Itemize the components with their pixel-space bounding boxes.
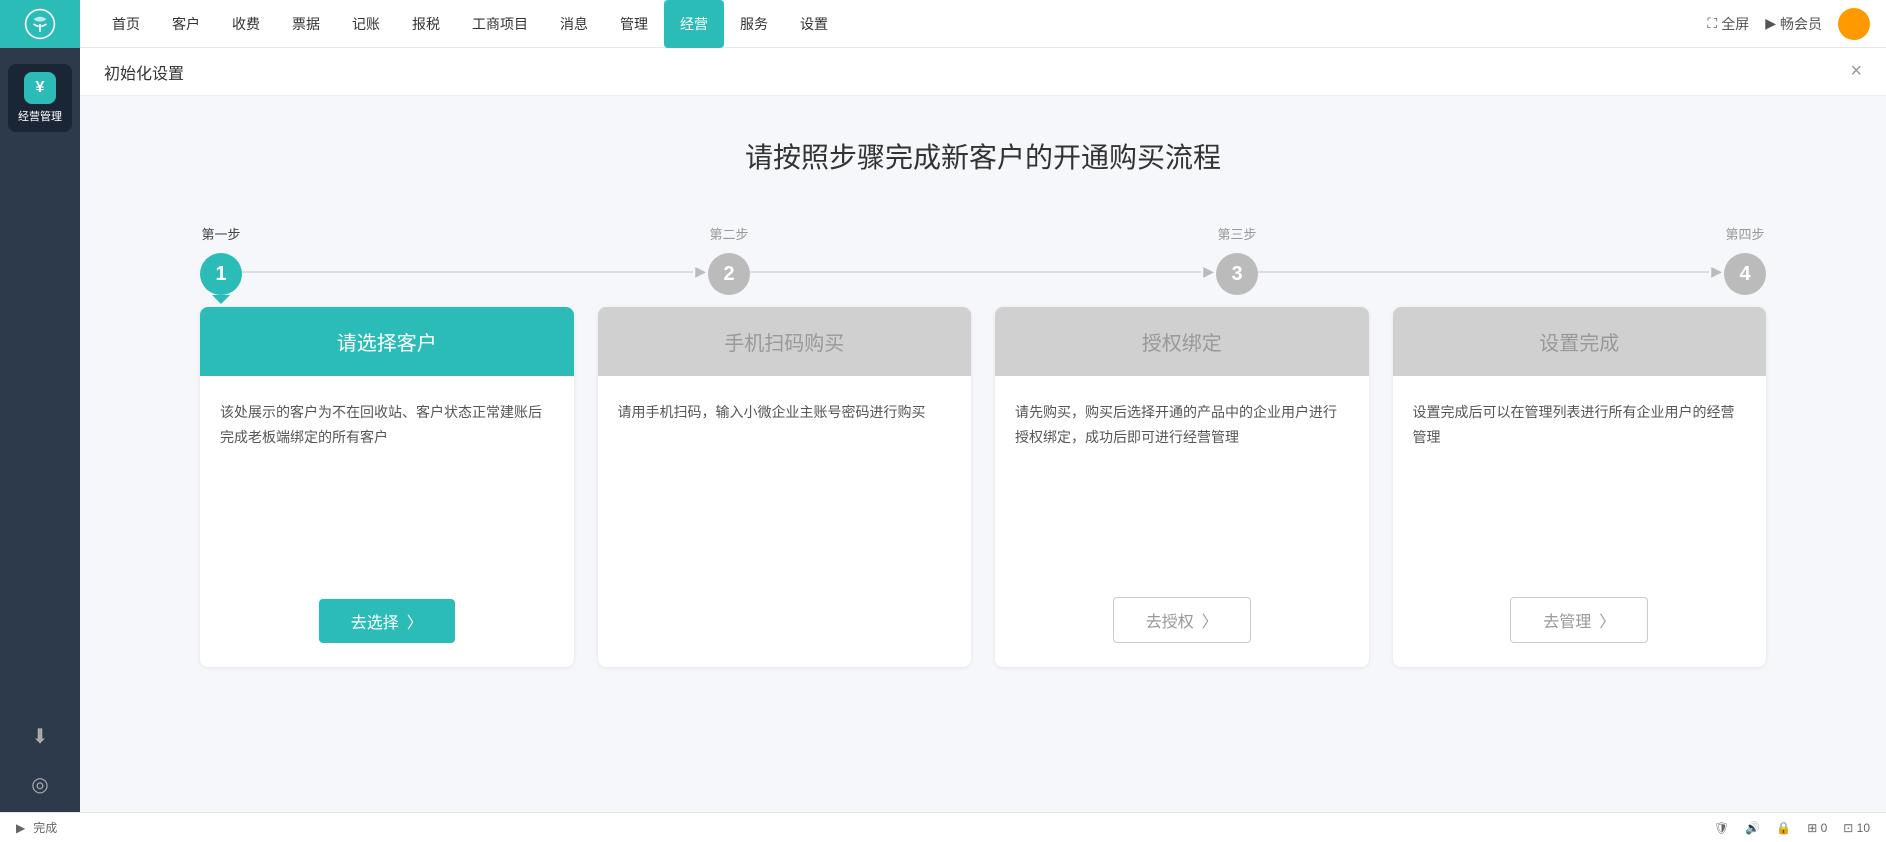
step-3-label: 第三步 [1217,224,1256,243]
step-1-circle: 1 [200,253,242,295]
step-2-circle: 2 [708,253,750,295]
nav-item-0[interactable]: 首页 [96,0,156,48]
card-1-body: 该处展示的客户为不在回收站、客户状态正常建账后完成老板端绑定的所有客户 [200,376,574,583]
card-2-header: 手机扫码购买 [598,307,972,376]
page-header: 初始化设置 × [80,48,1886,96]
arrow-icon: 〉 [407,609,423,633]
go-auth-button[interactable]: 去授权 〉 [1113,597,1251,643]
sidebar-bottom: ⬇ ◎ [20,716,60,812]
close-button[interactable]: × [1850,60,1862,83]
shield-icon: 🛡 [1714,821,1729,835]
card-2-body: 请用手机扫码，输入小微企业主账号密码进行购买 [598,376,972,627]
card-1-footer: 去选择 〉 [200,583,574,667]
counter-10: ⊡ 10 [1843,821,1870,835]
main-content: 初始化设置 × 请按照步骤完成新客户的开通购买流程 第一步 1 ▶ 第二步 [80,48,1886,812]
nav-item-1[interactable]: 客户 [156,0,216,48]
card-3-header: 授权绑定 [995,307,1369,376]
step-1-label: 第一步 [201,224,240,243]
nav-item-5[interactable]: 报税 [396,0,456,48]
card-3-body: 请先购买，购买后选择开通的产品中的企业用户进行授权绑定，成功后即可进行经营管理 [995,376,1369,581]
play-icon: ▶ [1765,15,1776,32]
steps-indicator: 第一步 1 ▶ 第二步 2 ▶ [140,224,1826,295]
vip-btn[interactable]: ▶ 畅会员 [1765,14,1822,34]
card-3-footer: 去授权 〉 [995,581,1369,667]
card-2-footer [598,627,972,667]
step-3-wrapper: 第三步 3 [1216,224,1258,295]
app-logo[interactable] [0,0,80,48]
card-4-header: 设置完成 [1393,307,1767,376]
page-title: 初始化设置 [104,60,184,84]
nav-right: ⛶ 全屏 ▶ 畅会员 [1707,8,1870,40]
go-manage-button[interactable]: 去管理 〉 [1510,597,1648,643]
card-4-footer: 去管理 〉 [1393,581,1767,667]
download-btn[interactable]: ⬇ [20,716,60,756]
fullscreen-icon: ⛶ [1707,15,1717,32]
play-status-icon: ▶ [16,821,25,835]
counter-0: ⊞ 0 [1807,821,1827,835]
nav-item-6[interactable]: 工商项目 [456,0,544,48]
wizard-container: 请按照步骤完成新客户的开通购买流程 第一步 1 ▶ 第二步 2 [80,96,1886,707]
lock-icon: 🔒 [1776,821,1791,835]
avatar[interactable] [1838,8,1870,40]
status-text: 完成 [33,819,57,836]
cards-row: 请选择客户 该处展示的客户为不在回收站、客户状态正常建账后完成老板端绑定的所有客… [140,307,1826,667]
nav-item-7[interactable]: 消息 [544,0,604,48]
volume-icon: 🔊 [1745,821,1760,835]
card-4-body: 设置完成后可以在管理列表进行所有企业用户的经营管理 [1393,376,1767,581]
card-step-4: 设置完成 设置完成后可以在管理列表进行所有企业用户的经营管理 去管理 〉 [1393,307,1767,667]
sidebar: ¥ 经营管理 ⬇ ◎ [0,48,80,812]
sidebar-item-label: 经营管理 [18,108,62,124]
card-step-1: 请选择客户 该处展示的客户为不在回收站、客户状态正常建账后完成老板端绑定的所有客… [200,307,574,667]
step-1-wrapper: 第一步 1 [200,224,242,295]
nav-item-8[interactable]: 管理 [604,0,664,48]
sidebar-item-business[interactable]: ¥ 经营管理 [8,64,72,132]
nav-item-10[interactable]: 服务 [724,0,784,48]
nav-item-4[interactable]: 记账 [336,0,396,48]
fullscreen-btn[interactable]: ⛶ 全屏 [1707,14,1749,34]
business-icon: ¥ [24,72,56,104]
arrow-icon-4: 〉 [1599,608,1615,632]
card-step-2: 手机扫码购买 请用手机扫码，输入小微企业主账号密码进行购买 [598,307,972,667]
arrow-icon-3: 〉 [1202,608,1218,632]
status-bar: ▶ 完成 🛡 🔊 🔒 ⊞ 0 ⊡ 10 [0,812,1886,842]
step-2-wrapper: 第二步 2 [708,224,750,295]
wizard-heading: 请按照步骤完成新客户的开通购买流程 [140,136,1826,176]
step-3-circle: 3 [1216,253,1258,295]
status-right: 🛡 🔊 🔒 ⊞ 0 ⊡ 10 [1714,821,1870,835]
card-step-3: 授权绑定 请先购买，购买后选择开通的产品中的企业用户进行授权绑定，成功后即可进行… [995,307,1369,667]
nav-item-9[interactable]: 经营 [664,0,724,48]
step-2-label: 第二步 [709,224,748,243]
go-select-button[interactable]: 去选择 〉 [319,599,455,643]
support-btn[interactable]: ◎ [20,764,60,804]
nav-item-3[interactable]: 票据 [276,0,336,48]
step-4-circle: 4 [1724,253,1766,295]
nav-item-2[interactable]: 收费 [216,0,276,48]
card-1-header: 请选择客户 [200,307,574,376]
nav-item-11[interactable]: 设置 [784,0,844,48]
top-nav: 首页客户收费票据记账报税工商项目消息管理经营服务设置 ⛶ 全屏 ▶ 畅会员 [80,0,1886,48]
step-4-label: 第四步 [1725,224,1764,243]
step-4-wrapper: 第四步 4 [1724,224,1766,295]
